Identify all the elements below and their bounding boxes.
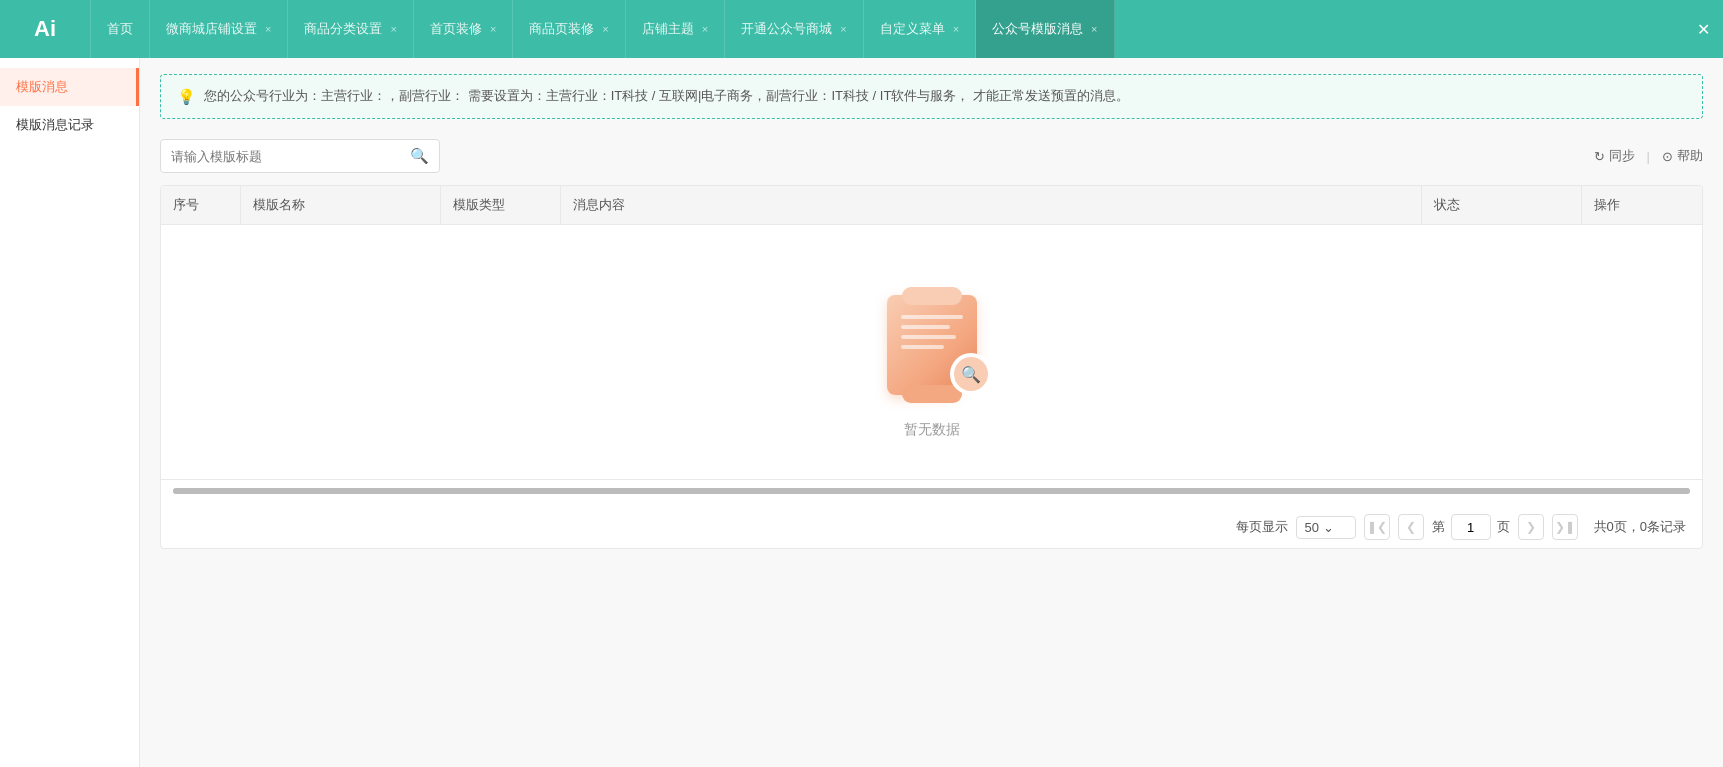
page-size-value: 50: [1305, 520, 1319, 535]
th-name: 模版名称: [241, 186, 441, 224]
tab-close-icon[interactable]: ×: [1091, 23, 1097, 35]
page-last-button[interactable]: ❯❚: [1552, 514, 1578, 540]
th-index: 序号: [161, 186, 241, 224]
logo: Ai: [0, 0, 90, 58]
search-actions: ↻ 同步 | ⊙ 帮助: [1594, 147, 1703, 165]
page-first-button[interactable]: ❚❮: [1364, 514, 1390, 540]
search-input[interactable]: [171, 149, 410, 164]
close-all-button[interactable]: ✕: [1683, 0, 1723, 58]
nav-tab-homepage[interactable]: 首页装修×: [414, 0, 513, 58]
search-icon[interactable]: 🔍: [410, 147, 429, 165]
data-table: 序号模版名称模版类型消息内容状态操作: [160, 185, 1703, 549]
nav-tab-wshop[interactable]: 微商城店铺设置×: [150, 0, 288, 58]
divider: |: [1647, 149, 1650, 164]
nav-tab-category[interactable]: 商品分类设置×: [288, 0, 413, 58]
table-header: 序号模版名称模版类型消息内容状态操作: [161, 186, 1702, 225]
page-suffix: 页: [1497, 518, 1510, 536]
scrollbar-track[interactable]: [173, 488, 1690, 494]
top-nav: Ai 首页微商城店铺设置×商品分类设置×首页装修×商品页装修×店铺主题×开通公众…: [0, 0, 1723, 58]
nav-tab-home[interactable]: 首页: [90, 0, 150, 58]
scrollbar-thumb[interactable]: [173, 488, 1690, 494]
main-layout: 模版消息模版消息记录 💡 您的公众号行业为：主营行业：，副营行业： 需要设置为：…: [0, 58, 1723, 767]
bulb-icon: 💡: [177, 88, 196, 106]
chevron-down-icon: ⌄: [1323, 520, 1334, 535]
empty-text: 暂无数据: [904, 421, 960, 439]
sidebar-item-template-log[interactable]: 模版消息记录: [0, 106, 139, 144]
search-row: 🔍 ↻ 同步 | ⊙ 帮助: [160, 139, 1703, 173]
nav-tabs: 首页微商城店铺设置×商品分类设置×首页装修×商品页装修×店铺主题×开通公众号商城…: [90, 0, 1683, 58]
page-number-input[interactable]: [1451, 514, 1491, 540]
sidebar: 模版消息模版消息记录: [0, 58, 140, 767]
sync-button[interactable]: ↻ 同步: [1594, 147, 1635, 165]
tab-close-icon[interactable]: ×: [390, 23, 396, 35]
content-area: 💡 您的公众号行业为：主营行业：，副营行业： 需要设置为：主营行业：IT科技 /…: [140, 58, 1723, 767]
nav-tab-product[interactable]: 商品页装修×: [513, 0, 625, 58]
page-label: 第: [1432, 518, 1445, 536]
empty-state: 暂无数据: [161, 225, 1702, 479]
page-size-select[interactable]: 50 ⌄: [1296, 516, 1356, 539]
nav-tab-custommenu[interactable]: 自定义菜单×: [864, 0, 976, 58]
help-icon: ⊙: [1662, 149, 1673, 164]
search-input-wrap[interactable]: 🔍: [160, 139, 440, 173]
sync-icon: ↻: [1594, 149, 1605, 164]
sidebar-item-template-msg[interactable]: 模版消息: [0, 68, 139, 106]
th-type: 模版类型: [441, 186, 561, 224]
notice-text: 您的公众号行业为：主营行业：，副营行业： 需要设置为：主营行业：IT科技 / 互…: [204, 87, 1129, 105]
th-content: 消息内容: [561, 186, 1422, 224]
tab-close-icon[interactable]: ×: [490, 23, 496, 35]
total-info: 共0页，0条记录: [1594, 518, 1686, 536]
horizontal-scrollbar[interactable]: [161, 479, 1702, 502]
th-action: 操作: [1582, 186, 1702, 224]
notice-highlight: 需要设置为：主营行业：IT科技 / 互联网|电子商务，副营行业：IT科技 / I…: [468, 88, 970, 103]
help-button[interactable]: ⊙ 帮助: [1662, 147, 1703, 165]
nav-tab-template[interactable]: 公众号模版消息×: [976, 0, 1114, 58]
nav-tab-mall[interactable]: 开通公众号商城×: [725, 0, 863, 58]
th-status: 状态: [1422, 186, 1582, 224]
page-next-button[interactable]: ❯: [1518, 514, 1544, 540]
search-circle-icon: [950, 353, 992, 395]
notice-box: 💡 您的公众号行业为：主营行业：，副营行业： 需要设置为：主营行业：IT科技 /…: [160, 74, 1703, 119]
page-input-wrap: 第 页: [1432, 514, 1510, 540]
tab-close-icon[interactable]: ×: [265, 23, 271, 35]
nav-tab-theme[interactable]: 店铺主题×: [626, 0, 725, 58]
tab-close-icon[interactable]: ×: [702, 23, 708, 35]
pagination: 每页显示 50 ⌄ ❚❮ ❮ 第 页 ❯ ❯❚ 共0页，0条记录: [161, 502, 1702, 548]
empty-icon-wrap: [872, 285, 992, 405]
tab-close-icon[interactable]: ×: [840, 23, 846, 35]
tab-close-icon[interactable]: ×: [602, 23, 608, 35]
page-prev-button[interactable]: ❮: [1398, 514, 1424, 540]
page-size-label: 每页显示: [1236, 518, 1288, 536]
tab-close-icon[interactable]: ×: [953, 23, 959, 35]
